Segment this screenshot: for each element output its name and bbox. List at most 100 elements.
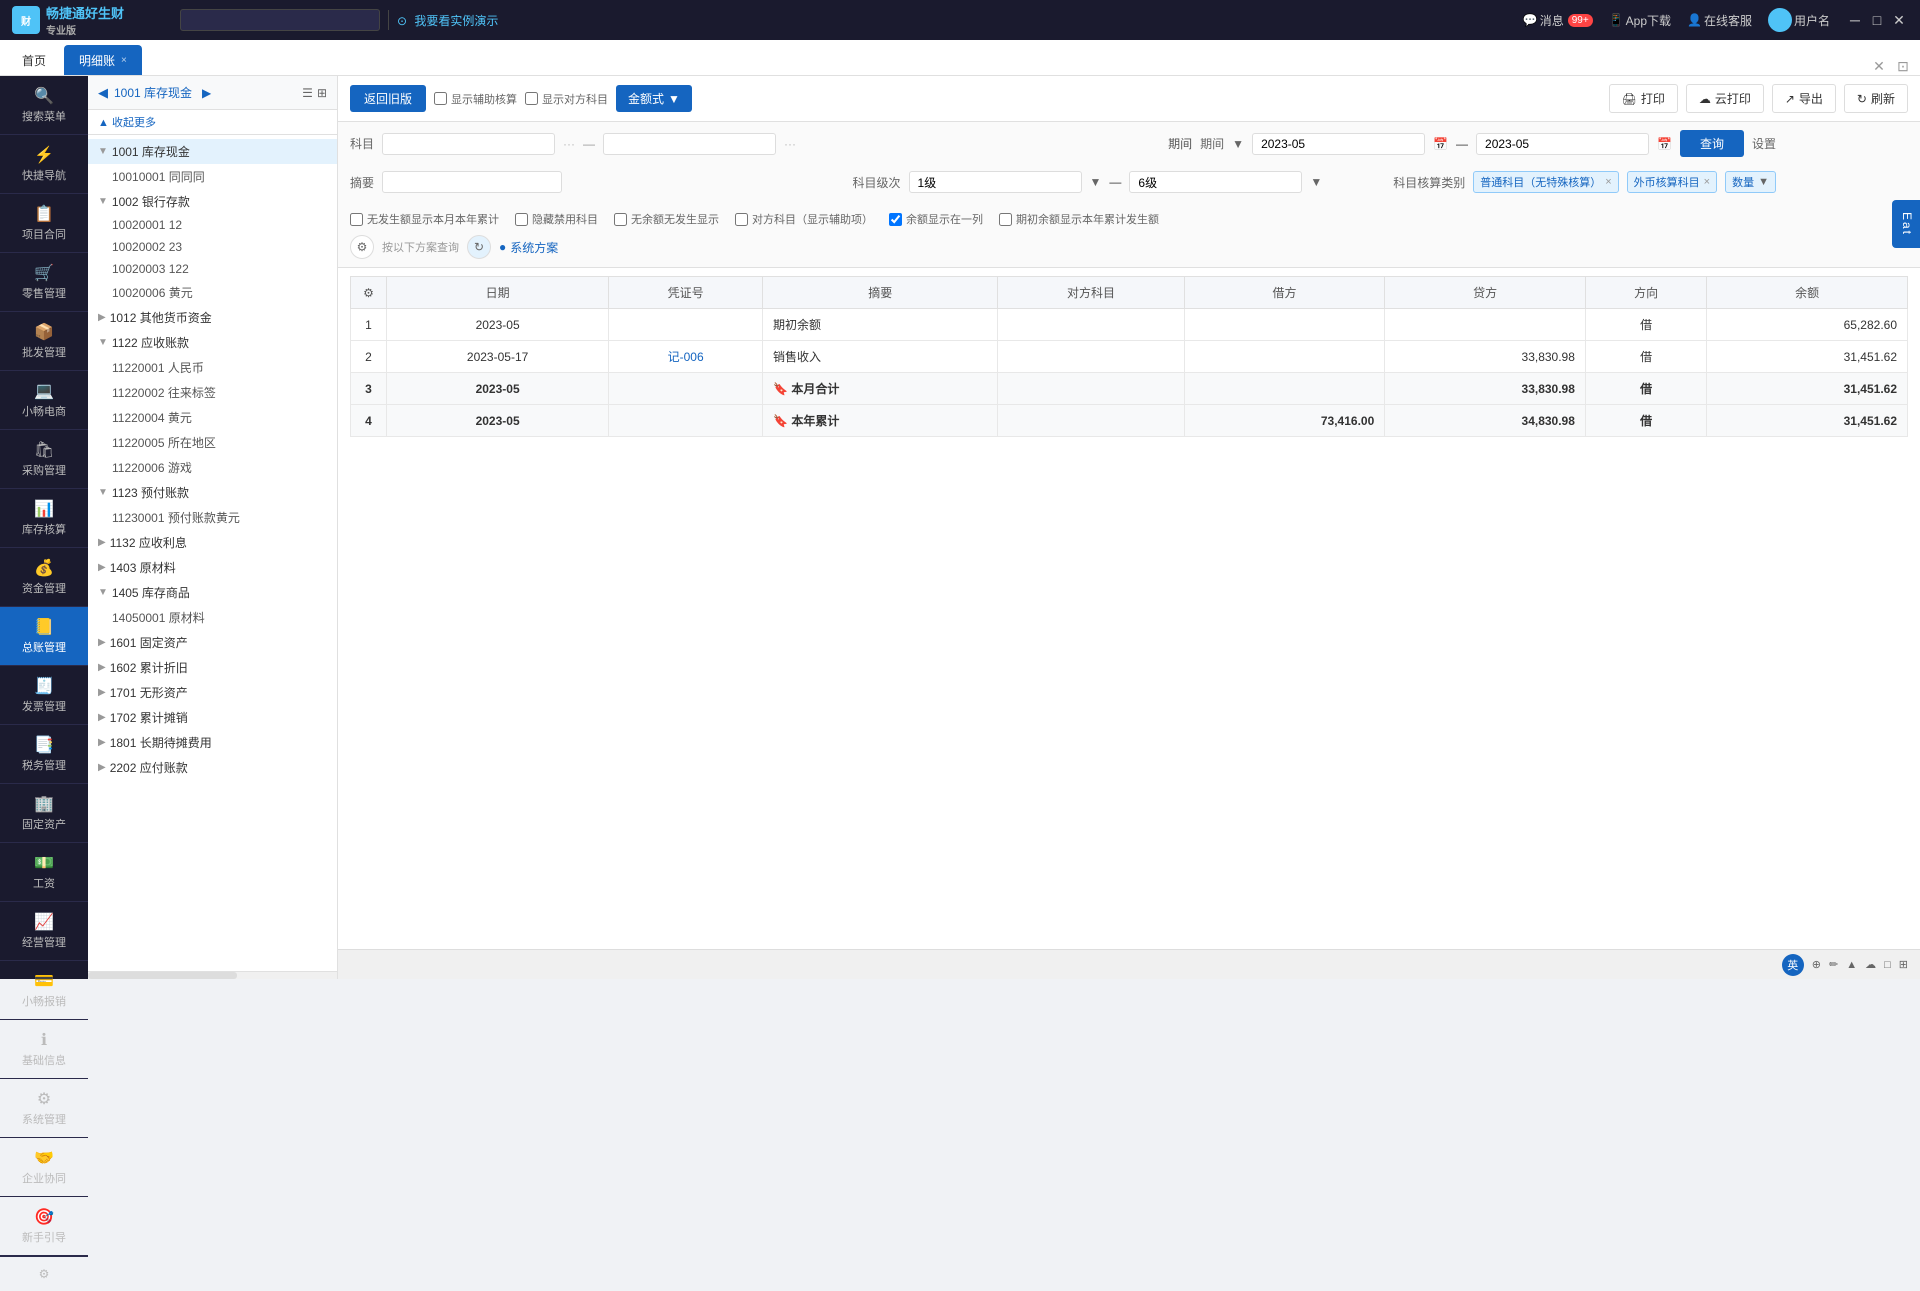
tree-node-1701[interactable]: ▶ 1701 无形资产 xyxy=(88,680,337,705)
scheme-settings-icon[interactable]: ⚙ xyxy=(350,235,374,259)
tree-node-1012[interactable]: ▶ 1012 其他货币资金 xyxy=(88,305,337,330)
settings-link[interactable]: 设置 xyxy=(1752,135,1776,152)
demo-button[interactable]: ⊙ 我要看实例演示 xyxy=(397,12,498,29)
sidebar-settings-button[interactable]: ⚙ xyxy=(0,1256,88,1291)
sidebar-item-purchase[interactable]: 🛍 采购管理 xyxy=(0,430,88,489)
sidebar-item-contract[interactable]: 📋 项目合同 xyxy=(0,194,88,253)
period-end-input[interactable] xyxy=(1476,133,1649,155)
bottom-cloud-icon[interactable]: ☁ xyxy=(1865,958,1876,971)
tree-node-11220004[interactable]: 11220004 黄元 xyxy=(88,405,337,430)
format-button[interactable]: 金额式 ▼ xyxy=(616,85,692,112)
message-btn[interactable]: 💬 消息 99+ xyxy=(1523,12,1593,29)
tab-fullscreen-button[interactable]: ⊡ xyxy=(1894,57,1912,75)
tree-node-1001[interactable]: ▼ 1001 库存现金 xyxy=(88,139,337,164)
close-window-button[interactable]: ✕ xyxy=(1890,11,1908,29)
tree-node-11220001[interactable]: 11220001 人民币 xyxy=(88,355,337,380)
tree-node-10020001[interactable]: 10020001 12 xyxy=(88,214,337,236)
checkbox-no-balance-label[interactable]: 无发生额显示本月本年累计 xyxy=(350,211,499,227)
voucher-link-2[interactable]: 记-006 xyxy=(668,350,704,364)
sidebar-item-payroll[interactable]: 💵 工资 xyxy=(0,843,88,902)
print-button[interactable]: 🖨 打印 xyxy=(1609,84,1678,113)
tree-node-1801[interactable]: ▶ 1801 长期待摊费用 xyxy=(88,730,337,755)
show-contra-checkbox-label[interactable]: 显示对方科目 xyxy=(525,91,608,107)
tree-node-10020003[interactable]: 10020003 122 xyxy=(88,258,337,280)
account-next-icon[interactable]: ▶ xyxy=(202,86,211,100)
checkbox-no-balance-show[interactable] xyxy=(614,213,627,226)
tree-node-10020006[interactable]: 10020006 黄元 xyxy=(88,280,337,305)
checkbox-hide-disabled[interactable] xyxy=(515,213,528,226)
maximize-button[interactable]: □ xyxy=(1868,11,1886,29)
tree-node-1405[interactable]: ▼ 1405 库存商品 xyxy=(88,580,337,605)
level-start-input[interactable] xyxy=(909,171,1082,193)
tag-normal-close[interactable]: × xyxy=(1605,176,1611,188)
tree-node-1122[interactable]: ▼ 1122 应收账款 xyxy=(88,330,337,355)
sidebar-item-funds[interactable]: 💰 资金管理 xyxy=(0,548,88,607)
summary-input[interactable] xyxy=(382,171,562,193)
col-settings[interactable]: ⚙ xyxy=(351,277,387,309)
tag-qty-dropdown[interactable]: ▼ xyxy=(1758,176,1769,188)
period-start-input[interactable] xyxy=(1252,133,1425,155)
show-contra-checkbox[interactable] xyxy=(525,92,538,105)
tab-close-all-button[interactable]: ✕ xyxy=(1870,57,1888,75)
sidebar-item-search[interactable]: 🔍 搜索菜单 xyxy=(0,76,88,135)
bottom-edit-icon[interactable]: ✏ xyxy=(1829,958,1838,971)
minimize-button[interactable]: ─ xyxy=(1846,11,1864,29)
tree-list-icon[interactable]: ☰ xyxy=(302,86,313,100)
tree-node-1132[interactable]: ▶ 1132 应收利息 xyxy=(88,530,337,555)
tree-node-1601[interactable]: ▶ 1601 固定资产 xyxy=(88,630,337,655)
bottom-add-icon[interactable]: ⊕ xyxy=(1812,958,1821,971)
tab-home[interactable]: 首页 xyxy=(8,45,60,75)
tree-node-10020002[interactable]: 10020002 23 xyxy=(88,236,337,258)
sidebar-item-guide[interactable]: 🎯 新手引导 xyxy=(0,1197,88,1256)
checkbox-no-balance-show-label[interactable]: 无余额无发生显示 xyxy=(614,211,719,227)
bottom-up-icon[interactable]: ▲ xyxy=(1846,959,1857,971)
refresh-button[interactable]: ↻ 刷新 xyxy=(1844,84,1908,113)
tree-node-10010001[interactable]: 10010001 同同同 xyxy=(88,164,337,189)
tree-node-2202[interactable]: ▶ 2202 应付账款 xyxy=(88,755,337,780)
sidebar-item-invoice[interactable]: 🧾 发票管理 xyxy=(0,666,88,725)
online-service-btn[interactable]: 👤 在线客服 xyxy=(1687,12,1752,29)
checkbox-balance-one-col-label[interactable]: 余额显示在一列 xyxy=(889,211,983,227)
tree-node-1602[interactable]: ▶ 1602 累计折旧 xyxy=(88,655,337,680)
sidebar-item-assets[interactable]: 🏢 固定资产 xyxy=(0,784,88,843)
bottom-translate-icon[interactable]: 英 xyxy=(1782,954,1804,976)
scheme-button[interactable]: ● 系统方案 xyxy=(499,239,558,256)
tree-node-11220006[interactable]: 11220006 游戏 xyxy=(88,455,337,480)
cloud-print-button[interactable]: ☁ 云打印 xyxy=(1686,84,1764,113)
sidebar-item-management[interactable]: 📈 经营管理 xyxy=(0,902,88,961)
tree-node-1403[interactable]: ▶ 1403 原材料 xyxy=(88,555,337,580)
query-button[interactable]: 查询 xyxy=(1680,130,1744,157)
app-download-btn[interactable]: 📱 App下载 xyxy=(1609,12,1671,29)
export-button[interactable]: ↗ 导出 xyxy=(1772,84,1836,113)
checkbox-period-balance[interactable] xyxy=(999,213,1012,226)
tab-detail[interactable]: 明细账 × xyxy=(64,45,142,75)
show-aux-checkbox[interactable] xyxy=(434,92,447,105)
tag-foreign-close[interactable]: × xyxy=(1704,176,1710,188)
subject-input-2[interactable] xyxy=(603,133,776,155)
sidebar-item-inventory[interactable]: 📊 库存核算 xyxy=(0,489,88,548)
sidebar-item-ledger[interactable]: 📒 总账管理 xyxy=(0,607,88,666)
tree-node-14050001[interactable]: 14050001 原材料 xyxy=(88,605,337,630)
top-search-input[interactable] xyxy=(180,9,380,31)
scheme-refresh-icon[interactable]: ↻ xyxy=(467,235,491,259)
tab-close-icon[interactable]: × xyxy=(121,55,127,66)
checkbox-contra-show[interactable] xyxy=(735,213,748,226)
right-panel-eat-button[interactable]: Eat xyxy=(1892,200,1920,248)
return-old-button[interactable]: 返回旧版 xyxy=(350,85,426,112)
checkbox-contra-show-label[interactable]: 对方科目（显示辅助项） xyxy=(735,211,873,227)
checkbox-period-balance-label[interactable]: 期初余额显示本年累计发生额 xyxy=(999,211,1159,227)
checkbox-balance-one-col[interactable] xyxy=(889,213,902,226)
tree-node-11230001[interactable]: 11230001 预付账款黄元 xyxy=(88,505,337,530)
checkbox-hide-disabled-label[interactable]: 隐藏禁用科目 xyxy=(515,211,598,227)
show-aux-checkbox-label[interactable]: 显示辅助核算 xyxy=(434,91,517,107)
tree-node-11220005[interactable]: 11220005 所在地区 xyxy=(88,430,337,455)
period-dropdown-icon[interactable]: ▼ xyxy=(1232,137,1244,151)
bottom-window-icon[interactable]: □ xyxy=(1884,959,1891,971)
sidebar-item-collab[interactable]: 🤝 企业协同 xyxy=(0,1138,88,1197)
expand-more-button[interactable]: ▲ 收起更多 xyxy=(88,110,337,135)
sidebar-item-ecommerce[interactable]: 💻 小畅电商 xyxy=(0,371,88,430)
sidebar-item-nav[interactable]: ⚡ 快捷导航 xyxy=(0,135,88,194)
tree-node-1702[interactable]: ▶ 1702 累计摊销 xyxy=(88,705,337,730)
sidebar-item-system[interactable]: ⚙ 系统管理 xyxy=(0,1079,88,1138)
sidebar-item-expense[interactable]: 💳 小畅报销 xyxy=(0,961,88,1020)
